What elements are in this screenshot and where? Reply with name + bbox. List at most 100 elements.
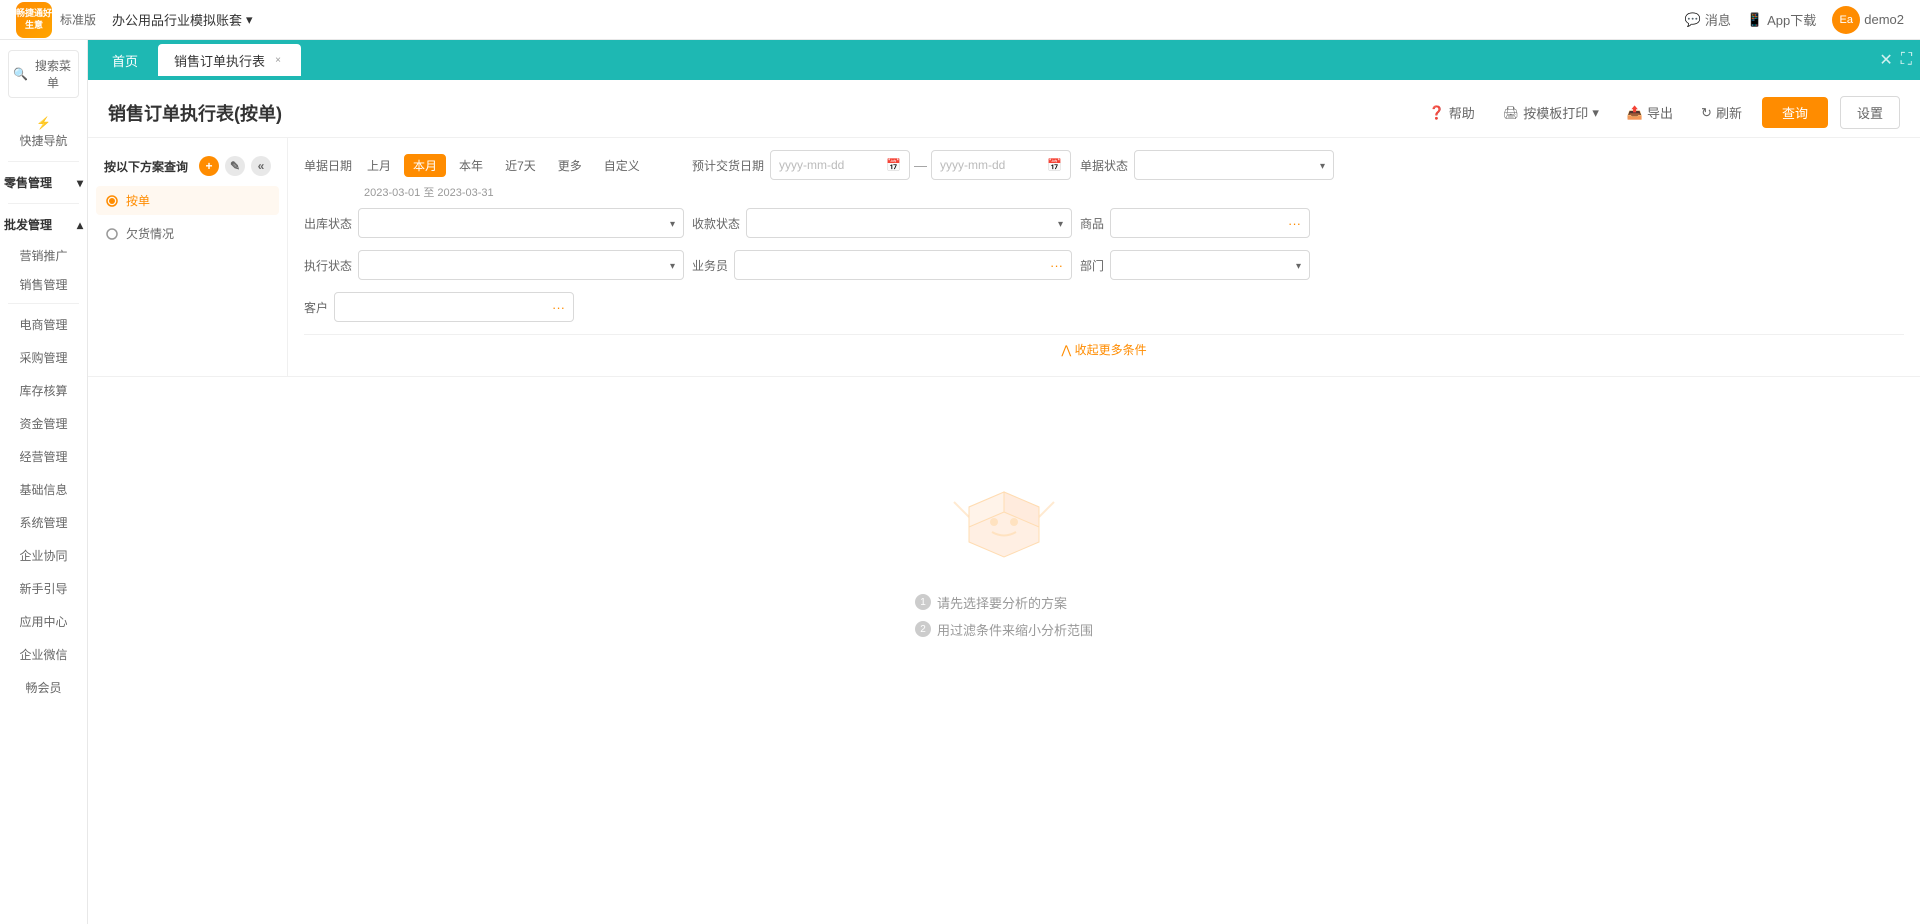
shortcut-this-month[interactable]: 本月 <box>404 154 446 177</box>
filter-add-btn[interactable]: + <box>199 156 219 176</box>
sidebar-item-purchase[interactable]: 采购管理 <box>0 341 87 374</box>
shortcut-7days[interactable]: 近7天 <box>496 154 545 177</box>
salesperson-select[interactable]: ··· <box>734 250 1072 280</box>
salesperson-label: 业务员 <box>692 257 728 274</box>
filter-row-3: 执行状态 业务员 ··· <box>304 250 1904 280</box>
user-profile[interactable]: Ea demo2 <box>1832 6 1904 34</box>
sidebar-item-newuser[interactable]: 新手引导 <box>0 572 87 605</box>
predict-date-end[interactable]: yyyy-mm-dd 📅 <box>931 150 1071 180</box>
receipt-select[interactable] <box>746 208 1072 238</box>
dept-label: 部门 <box>1080 257 1104 274</box>
exec-select[interactable] <box>358 250 684 280</box>
tab-bar: 首页 销售订单执行表 × ✕ ⛶ <box>88 40 1920 80</box>
filter-salesperson-block: 业务员 ··· <box>692 250 1072 280</box>
filter-order-status-block: 单据状态 <box>1080 150 1334 180</box>
help-btn[interactable]: ❓ 帮助 <box>1421 99 1483 126</box>
print-btn[interactable]: 🖨 按模板打印 ▾ <box>1495 99 1607 126</box>
predict-date-range: yyyy-mm-dd 📅 — yyyy-mm-dd 📅 <box>770 150 1071 180</box>
sidebar-item-ecommerce[interactable]: 电商管理 <box>0 308 87 341</box>
filter-right-panel: 单据日期 上月 本月 本年 近7天 更多 自定义 <box>288 138 1920 376</box>
status-chevron <box>1320 158 1325 172</box>
sidebar-item-inventory[interactable]: 库存核算 <box>0 374 87 407</box>
shortcut-custom[interactable]: 自定义 <box>595 154 649 177</box>
sidebar-item-wholesale[interactable]: 批发管理 ▴ <box>0 208 87 241</box>
nav-icon: ⚡ <box>36 116 51 130</box>
shortcut-this-year[interactable]: 本年 <box>450 154 492 177</box>
settings-btn[interactable]: 设置 <box>1840 96 1900 129</box>
filter-item-by-order[interactable]: 按单 <box>96 186 279 215</box>
refresh-icon: ↻ <box>1701 105 1712 121</box>
app-download-btn[interactable]: 📱 App下载 <box>1747 10 1816 29</box>
filter-content: 按以下方案查询 + ✎ « 按单 <box>88 138 1920 376</box>
sidebar-item-enterprise[interactable]: 企业协同 <box>0 539 87 572</box>
search-menu-btn[interactable]: 🔍 搜索菜单 <box>8 50 79 98</box>
help-icon: ❓ <box>1429 105 1445 121</box>
filter-left-panel: 按以下方案查询 + ✎ « 按单 <box>88 138 288 376</box>
search-icon: 🔍 <box>13 67 28 81</box>
tab-close-window-btn[interactable]: ✕ <box>1879 50 1892 70</box>
content-area: 销售订单执行表(按单) ❓ 帮助 🖨 按模板打印 ▾ 📤 导出 <box>88 80 1920 924</box>
sidebar-item-finance[interactable]: 资金管理 <box>0 407 87 440</box>
customer-more-btn[interactable]: ··· <box>552 300 565 315</box>
sidebar-item-system[interactable]: 系统管理 <box>0 506 87 539</box>
tab-bar-actions: ✕ ⛶ <box>1879 50 1912 70</box>
page-header: 销售订单执行表(按单) ❓ 帮助 🖨 按模板打印 ▾ 📤 导出 <box>88 80 1920 138</box>
export-btn[interactable]: 📤 导出 <box>1619 99 1681 126</box>
main-area: 首页 销售订单执行表 × ✕ ⛶ 销售订单执行表(按单) ❓ 帮助 <box>88 40 1920 924</box>
top-header: 畅捷通好生意 标准版 办公用品行业模拟账套 ▾ 💬 消息 📱 App下载 Ea … <box>0 0 1920 40</box>
goods-select[interactable]: ··· <box>1110 208 1310 238</box>
filter-goods-block: 商品 ··· <box>1080 208 1310 238</box>
header-right: 💬 消息 📱 App下载 Ea demo2 <box>1685 6 1904 34</box>
status-select[interactable] <box>1134 150 1334 180</box>
divider-1 <box>8 161 79 162</box>
filter-dept-block: 部门 <box>1080 250 1310 280</box>
sidebar-sub-sales[interactable]: 销售管理 <box>0 270 87 299</box>
outstock-select[interactable] <box>358 208 684 238</box>
sidebar-item-operations[interactable]: 经营管理 <box>0 440 87 473</box>
receipt-label: 收款状态 <box>692 215 740 232</box>
query-btn[interactable]: 查询 <box>1762 97 1828 128</box>
sidebar-item-wechat[interactable]: 企业微信 <box>0 638 87 671</box>
shortcut-last-month[interactable]: 上月 <box>358 154 400 177</box>
message-btn[interactable]: 💬 消息 <box>1685 10 1731 29</box>
sidebar-item-member[interactable]: 畅会员 <box>0 671 87 704</box>
download-icon: 📱 <box>1747 12 1763 28</box>
tab-home[interactable]: 首页 <box>96 44 154 76</box>
sidebar-item-basic[interactable]: 基础信息 <box>0 473 87 506</box>
salesperson-more-btn[interactable]: ··· <box>1050 258 1063 273</box>
filter-predict-date-block: 预计交货日期 yyyy-mm-dd 📅 — yyyy-mm-dd <box>692 150 1072 180</box>
filter-row-4: 客户 ··· <box>304 292 1904 322</box>
filter-collapse-btn[interactable]: « <box>251 156 271 176</box>
chevron-up-icon: ▴ <box>77 218 83 232</box>
app-name: 标准版 <box>60 11 96 28</box>
page-title: 销售订单执行表(按单) <box>108 100 282 126</box>
sidebar-sub-marketing[interactable]: 营销推广 <box>0 241 87 270</box>
date-range-display: 2023-03-01 至 2023-03-31 <box>364 187 494 199</box>
sidebar-item-retail[interactable]: 零售管理 ▾ <box>0 166 87 199</box>
sidebar-item-appcenter[interactable]: 应用中心 <box>0 605 87 638</box>
dept-select[interactable] <box>1110 250 1310 280</box>
refresh-btn[interactable]: ↻ 刷新 <box>1693 99 1750 126</box>
tab-current[interactable]: 销售订单执行表 × <box>158 44 301 76</box>
goods-more-btn[interactable]: ··· <box>1288 216 1301 231</box>
empty-tip-2: 2 用过滤条件来缩小分析范围 <box>915 620 1093 639</box>
predict-date-start[interactable]: yyyy-mm-dd 📅 <box>770 150 910 180</box>
tab-maximize-btn[interactable]: ⛶ <box>1901 51 1912 69</box>
filter-row-1: 单据日期 上月 本月 本年 近7天 更多 自定义 <box>304 150 1904 180</box>
sidebar-item-quicknav[interactable]: ⚡ 快捷导航 <box>0 108 87 157</box>
filter-edit-btn[interactable]: ✎ <box>225 156 245 176</box>
shortcut-more[interactable]: 更多 <box>549 154 591 177</box>
filter-item-shortage[interactable]: 欠货情况 <box>96 219 279 248</box>
empty-tips: 1 请先选择要分析的方案 2 用过滤条件来缩小分析范围 <box>915 593 1093 639</box>
export-icon: 📤 <box>1627 105 1643 121</box>
sidebar: 🔍 搜索菜单 ⚡ 快捷导航 零售管理 ▾ 批发管理 ▴ 营销推广 销售管理 电商… <box>0 40 88 924</box>
divider-3 <box>8 303 79 304</box>
customer-label: 客户 <box>304 299 328 316</box>
customer-select[interactable]: ··· <box>334 292 574 322</box>
tab-close-btn[interactable]: × <box>271 53 285 67</box>
avatar: Ea <box>1832 6 1860 34</box>
workspace-selector[interactable]: 办公用品行业模拟账套 ▾ <box>104 6 261 33</box>
date-range-dash: — <box>914 158 927 173</box>
outstock-label: 出库状态 <box>304 215 352 232</box>
collapse-filter-btn[interactable]: ⋀ 收起更多条件 <box>304 334 1904 364</box>
